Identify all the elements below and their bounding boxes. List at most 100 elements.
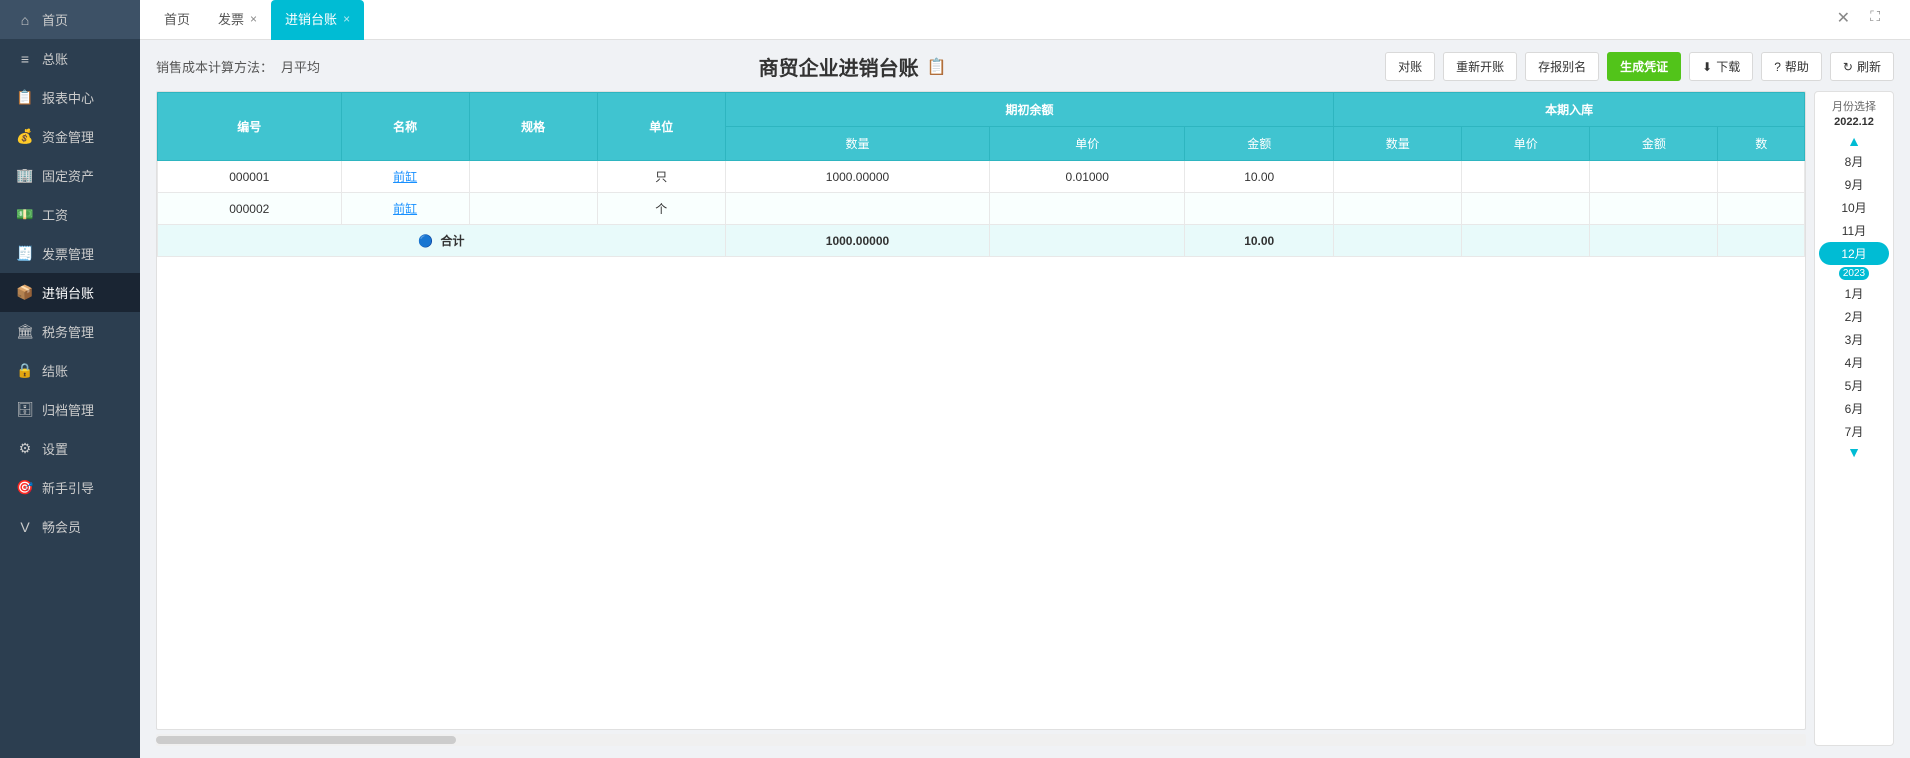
cp-price-header: 单价 xyxy=(1462,127,1590,161)
month-item-4[interactable]: 4月 xyxy=(1819,351,1889,374)
table-row: 000002 前缸 个 xyxy=(158,193,1805,225)
header-row: 销售成本计算方法： 月平均 商贸企业进销台账 📋 对账 重新开账 存报别名 生成… xyxy=(156,52,1894,81)
row1-cp-amount xyxy=(1590,161,1718,193)
total-pb-price xyxy=(990,225,1185,257)
month-item-6[interactable]: 6月 xyxy=(1819,397,1889,420)
pb-qty-header: 数量 xyxy=(725,127,989,161)
total-icon: 🔵 xyxy=(418,234,433,248)
home-icon: ⌂ xyxy=(16,12,34,28)
month-scroll-down-button[interactable]: ▼ xyxy=(1845,443,1863,461)
month-item-11[interactable]: 11月 xyxy=(1819,219,1889,242)
sidebar-item-general-ledger[interactable]: ≡ 总账 xyxy=(0,39,140,78)
month-item-1[interactable]: 1月 xyxy=(1819,282,1889,305)
current-period-in-header: 本期入库 xyxy=(1334,93,1805,127)
report-icon: 📋 xyxy=(16,89,34,106)
window-close-button[interactable]: ✕ xyxy=(1837,8,1850,28)
tax-icon: 🏛 xyxy=(16,323,34,340)
help-button[interactable]: ? 帮助 xyxy=(1761,52,1822,81)
month-selector-title: 月份选择 xyxy=(1832,98,1876,114)
membership-icon: V xyxy=(16,519,34,535)
total-label: 🔵 合计 xyxy=(158,225,726,257)
archive-icon: 🗄 xyxy=(16,401,34,418)
period-balance-header: 期初余额 xyxy=(725,93,1333,127)
sidebar-item-payroll[interactable]: 💵 工资 xyxy=(0,195,140,234)
page-title: 商贸企业进销台账 xyxy=(759,52,919,81)
row1-pb-qty: 1000.00000 xyxy=(725,161,989,193)
year-2023-badge: 2023 xyxy=(1839,267,1869,280)
month-item-12[interactable]: 12月 xyxy=(1819,242,1889,265)
sidebar-item-settings[interactable]: ⚙ 设置 xyxy=(0,429,140,468)
month-item-10[interactable]: 10月 xyxy=(1819,196,1889,219)
tab-invoice-close[interactable]: × xyxy=(250,12,257,26)
row2-spec xyxy=(469,193,597,225)
save-as-button[interactable]: 存报别名 xyxy=(1525,52,1599,81)
row1-id: 000001 xyxy=(158,161,342,193)
sidebar-item-invoice-management[interactable]: 🧾 发票管理 xyxy=(0,234,140,273)
reconcile-button[interactable]: 对账 xyxy=(1385,52,1435,81)
settings-icon: ⚙ xyxy=(16,440,34,457)
pb-amount-header: 金额 xyxy=(1185,127,1334,161)
row1-spec xyxy=(469,161,597,193)
table-row: 000001 前缸 只 1000.00000 0.01000 10.00 xyxy=(158,161,1805,193)
cp-qty-header: 数量 xyxy=(1334,127,1462,161)
total-pb-qty: 1000.00000 xyxy=(725,225,989,257)
reopen-button[interactable]: 重新开账 xyxy=(1443,52,1517,81)
sidebar-item-home[interactable]: ⌂ 首页 xyxy=(0,0,140,39)
sidebar-item-closing[interactable]: 🔒 结账 xyxy=(0,351,140,390)
total-pb-amount: 10.00 xyxy=(1185,225,1334,257)
sidebar-item-beginner-guide[interactable]: 🎯 新手引导 xyxy=(0,468,140,507)
download-icon: ⬇ xyxy=(1702,60,1712,74)
row1-unit: 只 xyxy=(597,161,725,193)
row2-pb-price xyxy=(990,193,1185,225)
row2-pb-qty xyxy=(725,193,989,225)
refresh-button[interactable]: ↻ 刷新 xyxy=(1830,52,1894,81)
total-cp-price xyxy=(1462,225,1590,257)
row1-name: 前缸 xyxy=(341,161,469,193)
row2-cp-extra xyxy=(1718,193,1805,225)
main-area: 首页 发票 × 进销台账 × ✕ ⛶ 销售成本计算方法： 月平均 商贸企业进销台… xyxy=(140,0,1910,758)
page-content: 销售成本计算方法： 月平均 商贸企业进销台账 📋 对账 重新开账 存报别名 生成… xyxy=(140,40,1910,758)
scrollbar-thumb[interactable] xyxy=(156,736,456,744)
payroll-icon: 💵 xyxy=(16,206,34,223)
tab-purchase-sales-close[interactable]: × xyxy=(343,12,350,26)
page-title-area: 商贸企业进销台账 📋 xyxy=(759,52,947,81)
col-id-header: 编号 xyxy=(158,93,342,161)
tab-home[interactable]: 首页 xyxy=(150,0,204,40)
col-spec-header: 规格 xyxy=(469,93,597,161)
refresh-icon: ↻ xyxy=(1843,60,1853,74)
cp-num-header: 数 xyxy=(1718,127,1805,161)
tab-purchase-sales[interactable]: 进销台账 × xyxy=(271,0,364,40)
sidebar-item-tax-management[interactable]: 🏛 税务管理 xyxy=(0,312,140,351)
sidebar-item-fixed-assets[interactable]: 🏢 固定资产 xyxy=(0,156,140,195)
month-item-2[interactable]: 2月 xyxy=(1819,305,1889,328)
guide-icon: 🎯 xyxy=(16,479,34,496)
row2-cp-qty xyxy=(1334,193,1462,225)
col-unit-header: 单位 xyxy=(597,93,725,161)
content-area: 编号 名称 规格 单位 期初余额 本期入库 数量 单价 金额 xyxy=(156,91,1894,746)
purchase-sales-icon: 📦 xyxy=(16,284,34,301)
tab-bar: 首页 发票 × 进销台账 × ✕ ⛶ xyxy=(140,0,1910,40)
month-scroll-up-button[interactable]: ▲ xyxy=(1845,132,1863,150)
month-item-7[interactable]: 7月 xyxy=(1819,420,1889,443)
total-cp-qty xyxy=(1334,225,1462,257)
sidebar-item-archive-management[interactable]: 🗄 归档管理 xyxy=(0,390,140,429)
sidebar-item-purchase-sales[interactable]: 📦 进销台账 xyxy=(0,273,140,312)
horizontal-scrollbar[interactable] xyxy=(156,734,1806,746)
col-name-header: 名称 xyxy=(341,93,469,161)
download-button[interactable]: ⬇ 下载 xyxy=(1689,52,1753,81)
tab-invoice[interactable]: 发票 × xyxy=(204,0,271,40)
sidebar-item-membership[interactable]: V 畅会员 xyxy=(0,507,140,546)
window-fullscreen-button[interactable]: ⛶ xyxy=(1870,8,1880,25)
generate-voucher-button[interactable]: 生成凭证 xyxy=(1607,52,1681,81)
month-item-8[interactable]: 8月 xyxy=(1819,150,1889,173)
month-item-5[interactable]: 5月 xyxy=(1819,374,1889,397)
row1-pb-price: 0.01000 xyxy=(990,161,1185,193)
info-icon[interactable]: 📋 xyxy=(927,57,947,77)
month-selector-panel: 月份选择 2022.12 ▲ 8月 9月 10月 11月 12月 2023 1月… xyxy=(1814,91,1894,746)
month-item-9[interactable]: 9月 xyxy=(1819,173,1889,196)
total-cp-extra xyxy=(1718,225,1805,257)
month-item-3[interactable]: 3月 xyxy=(1819,328,1889,351)
sidebar-item-report-center[interactable]: 📋 报表中心 xyxy=(0,78,140,117)
invoice-icon: 🧾 xyxy=(16,245,34,262)
sidebar-item-fund-management[interactable]: 💰 资金管理 xyxy=(0,117,140,156)
